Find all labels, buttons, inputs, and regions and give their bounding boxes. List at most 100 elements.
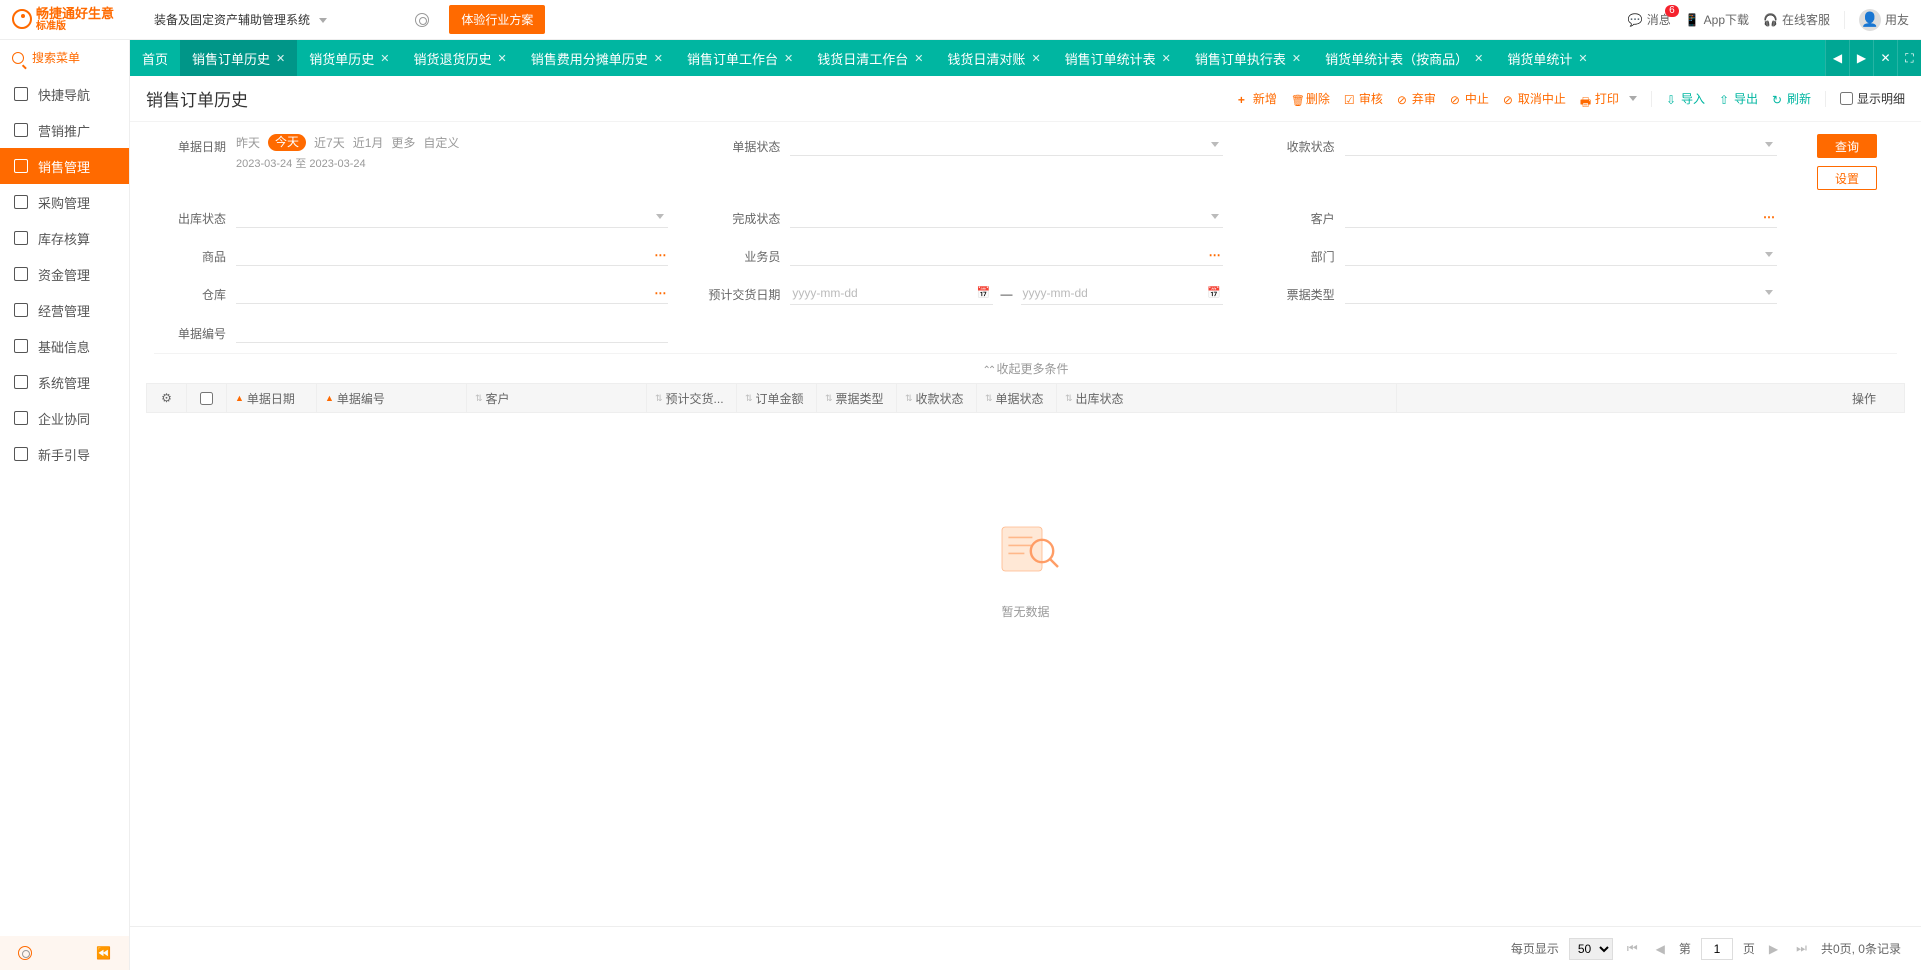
tab-销货退货历史[interactable]: 销货退货历史✕ [401,40,518,76]
col-客户[interactable]: ⇅客户 [467,384,647,412]
add-button[interactable]: 新增 [1238,90,1277,107]
discard-button[interactable]: 弃审 [1397,90,1436,107]
tab-销售订单工作台[interactable]: 销售订单工作台✕ [675,40,805,76]
sidebar-item-系统管理[interactable]: 系统管理 [0,364,129,400]
export-button[interactable]: 导出 [1719,90,1758,107]
date-yesterday[interactable]: 昨天 [236,134,260,151]
close-icon[interactable]: ✕ [276,52,285,65]
filter-settings-button[interactable]: 设置 [1817,166,1877,190]
tab-销货单统计表（按商品）[interactable]: 销货单统计表（按商品）✕ [1313,40,1495,76]
date-last1m[interactable]: 近1月 [353,134,384,151]
tab-销售订单执行表[interactable]: 销售订单执行表✕ [1183,40,1313,76]
close-icon[interactable]: ✕ [1474,52,1483,65]
col-出库状态[interactable]: ⇅出库状态 [1057,384,1397,412]
sidebar-item-销售管理[interactable]: 销售管理 [0,148,129,184]
col-单据日期[interactable]: ▲单据日期 [227,384,317,412]
product-lookup[interactable] [236,244,668,266]
sidebar-item-快捷导航[interactable]: 快捷导航 [0,76,129,112]
page-input[interactable] [1701,938,1733,960]
refresh-button[interactable]: 刷新 [1772,90,1811,107]
tab-fullscreen[interactable]: ⛶ [1897,40,1921,76]
collapse-sidebar-icon[interactable]: ⏪ [96,946,111,960]
expect-date-to[interactable]: yyyy-mm-dd [1021,282,1223,305]
search-input[interactable] [32,51,102,65]
prev-page-button[interactable]: ◀ [1652,942,1669,956]
sidebar-item-营销推广[interactable]: 营销推广 [0,112,129,148]
tab-销售订单统计表[interactable]: 销售订单统计表✕ [1053,40,1183,76]
delete-button[interactable]: 删除 [1291,90,1330,107]
dept-select[interactable] [1345,244,1777,266]
doc-no-input[interactable] [236,321,668,343]
audit-button[interactable]: 审核 [1344,90,1383,107]
industry-button[interactable]: 体验行业方案 [449,5,545,34]
col-预计交货...[interactable]: ⇅预计交货... [647,384,737,412]
done-status-select[interactable] [790,206,1222,228]
close-icon[interactable]: ✕ [1292,52,1301,65]
sidebar-search[interactable] [0,40,129,76]
tab-销售订单历史[interactable]: 销售订单历史✕ [180,40,297,76]
per-page-select[interactable]: 50 [1569,938,1613,960]
ticket-type-select[interactable] [1345,282,1777,304]
collapse-filters-button[interactable]: 收起更多条件 [154,353,1897,383]
col-订单金额[interactable]: ⇅订单金额 [737,384,817,412]
tab-scroll-right[interactable]: ▶ [1849,40,1873,76]
close-icon[interactable]: ✕ [1578,52,1587,65]
customer-lookup[interactable] [1345,206,1777,228]
stop-button[interactable]: 中止 [1450,90,1489,107]
close-icon[interactable]: ✕ [1162,52,1171,65]
tab-首页[interactable]: 首页 [130,40,180,76]
tab-销货单统计[interactable]: 销货单统计✕ [1495,40,1599,76]
system-dropdown[interactable]: 装备及固定资产辅助管理系统 [148,7,407,32]
select-all-checkbox[interactable] [187,384,227,412]
close-icon[interactable]: ✕ [1031,52,1040,65]
tab-close-all[interactable]: ✕ [1873,40,1897,76]
settings-icon[interactable] [18,946,32,960]
out-status-select[interactable] [236,206,668,228]
close-icon[interactable]: ✕ [498,52,507,65]
col-单据状态[interactable]: ⇅单据状态 [977,384,1057,412]
close-icon[interactable]: ✕ [380,52,389,65]
sidebar-item-基础信息[interactable]: 基础信息 [0,328,129,364]
user-menu[interactable]: 👤 用友 [1859,9,1909,31]
date-custom[interactable]: 自定义 [423,134,459,151]
collect-status-select[interactable] [1345,134,1777,156]
print-button[interactable]: 打印 [1580,90,1637,107]
close-icon[interactable]: ✕ [914,52,923,65]
tab-scroll-left[interactable]: ◀ [1825,40,1849,76]
date-last7[interactable]: 近7天 [314,134,345,151]
sidebar-item-企业协同[interactable]: 企业协同 [0,400,129,436]
col-操作[interactable]: 操作 [1824,384,1904,412]
col-票据类型[interactable]: ⇅票据类型 [817,384,897,412]
salesman-lookup[interactable] [790,244,1222,266]
sidebar-item-库存核算[interactable]: 库存核算 [0,220,129,256]
app-download-button[interactable]: 📱 App下载 [1685,11,1749,28]
col-单据编号[interactable]: ▲单据编号 [317,384,467,412]
column-settings[interactable]: ⚙ [147,384,187,412]
close-icon[interactable]: ✕ [784,52,793,65]
query-button[interactable]: 查询 [1817,134,1877,158]
expect-date-from[interactable]: yyyy-mm-dd [790,282,992,305]
tab-钱货日清工作台[interactable]: 钱货日清工作台✕ [805,40,935,76]
next-page-button[interactable]: ▶ [1765,942,1782,956]
first-page-button[interactable]: ⏮ [1623,941,1642,956]
date-more[interactable]: 更多 [391,134,415,151]
message-button[interactable]: 💬 消息 6 [1628,11,1671,28]
close-icon[interactable]: ✕ [654,52,663,65]
sidebar-item-采购管理[interactable]: 采购管理 [0,184,129,220]
show-detail-checkbox[interactable]: 显示明细 [1840,90,1905,107]
unstop-button[interactable]: 取消中止 [1503,90,1566,107]
support-button[interactable]: 🎧 在线客服 [1763,11,1830,28]
date-today[interactable]: 今天 [268,134,306,151]
doc-status-select[interactable] [790,134,1222,156]
sidebar-item-资金管理[interactable]: 资金管理 [0,256,129,292]
gear-icon[interactable] [415,13,429,27]
sidebar-item-经营管理[interactable]: 经营管理 [0,292,129,328]
tab-销售费用分摊单历史[interactable]: 销售费用分摊单历史✕ [519,40,675,76]
warehouse-lookup[interactable] [236,282,668,304]
tab-钱货日清对账[interactable]: 钱货日清对账✕ [935,40,1052,76]
last-page-button[interactable]: ⏭ [1792,941,1811,956]
sidebar-item-新手引导[interactable]: 新手引导 [0,436,129,472]
tab-销货单历史[interactable]: 销货单历史✕ [297,40,401,76]
import-button[interactable]: 导入 [1666,90,1705,107]
col-收款状态[interactable]: ⇅收款状态 [897,384,977,412]
